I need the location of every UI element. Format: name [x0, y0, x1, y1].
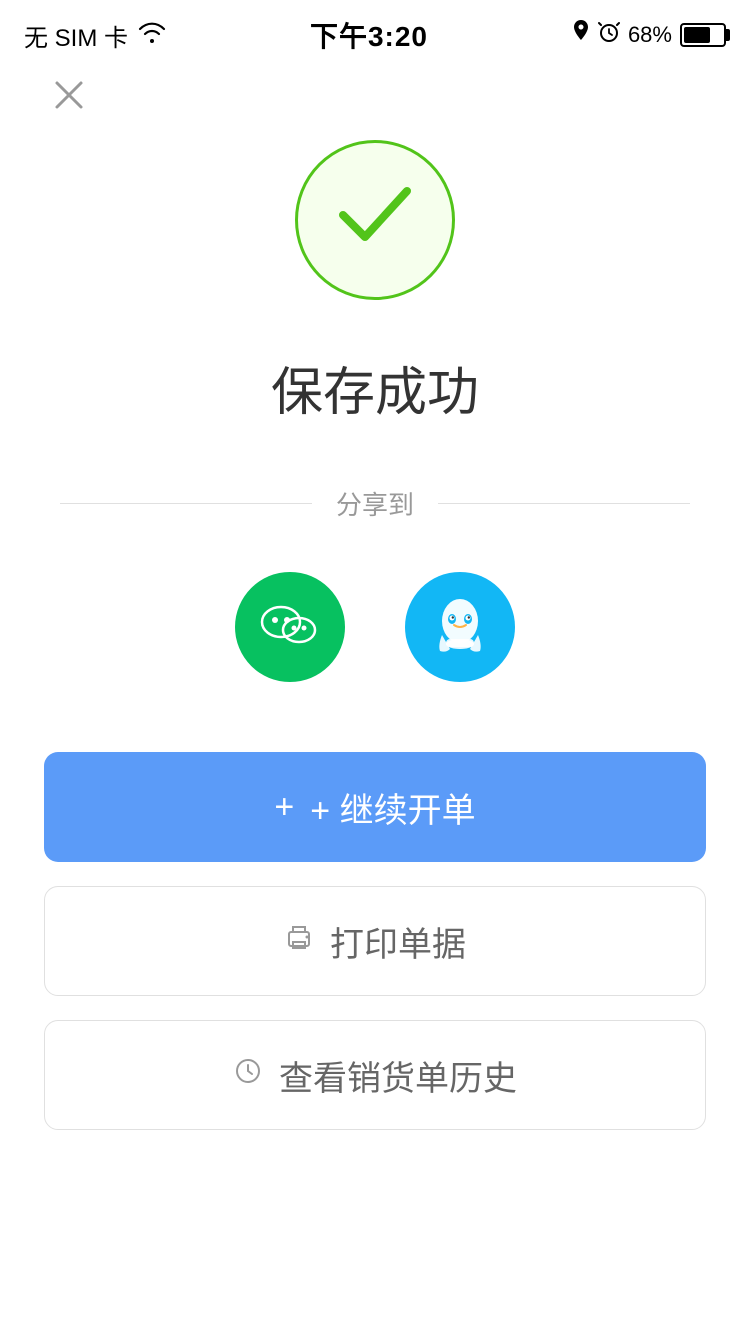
status-bar: 无 SIM 卡 下午3:20 68%	[0, 0, 750, 60]
wifi-icon	[138, 21, 166, 50]
print-label: 打印单据	[330, 917, 466, 966]
location-icon	[572, 20, 590, 50]
sim-text: 无 SIM 卡	[24, 18, 128, 53]
success-title: 保存成功	[271, 350, 479, 425]
action-buttons: + + 继续开单 打印单据 查看销货单历	[0, 752, 750, 1130]
continue-label: + 继续开单	[310, 783, 475, 832]
share-section: 分享到	[0, 485, 750, 522]
history-button[interactable]: 查看销货单历史	[44, 1020, 706, 1130]
wechat-share-button[interactable]	[235, 572, 345, 682]
battery-percent: 68%	[628, 22, 672, 48]
success-circle	[295, 140, 455, 300]
divider-right	[438, 503, 690, 504]
plus-icon: +	[274, 788, 294, 827]
share-icons	[235, 572, 515, 682]
main-content: 保存成功 分享到	[0, 60, 750, 1130]
share-label: 分享到	[312, 485, 438, 522]
history-icon	[233, 1056, 263, 1094]
qq-share-button[interactable]	[405, 572, 515, 682]
print-icon	[284, 922, 314, 960]
divider-left	[60, 503, 312, 504]
battery-icon	[680, 23, 726, 47]
status-right: 68%	[572, 20, 726, 50]
status-left: 无 SIM 卡	[24, 18, 166, 53]
check-icon	[335, 179, 415, 262]
close-button[interactable]	[44, 70, 94, 120]
status-time: 下午3:20	[310, 15, 428, 55]
history-label: 查看销货单历史	[279, 1051, 517, 1100]
print-button[interactable]: 打印单据	[44, 886, 706, 996]
continue-button[interactable]: + + 继续开单	[44, 752, 706, 862]
alarm-icon	[598, 20, 620, 50]
